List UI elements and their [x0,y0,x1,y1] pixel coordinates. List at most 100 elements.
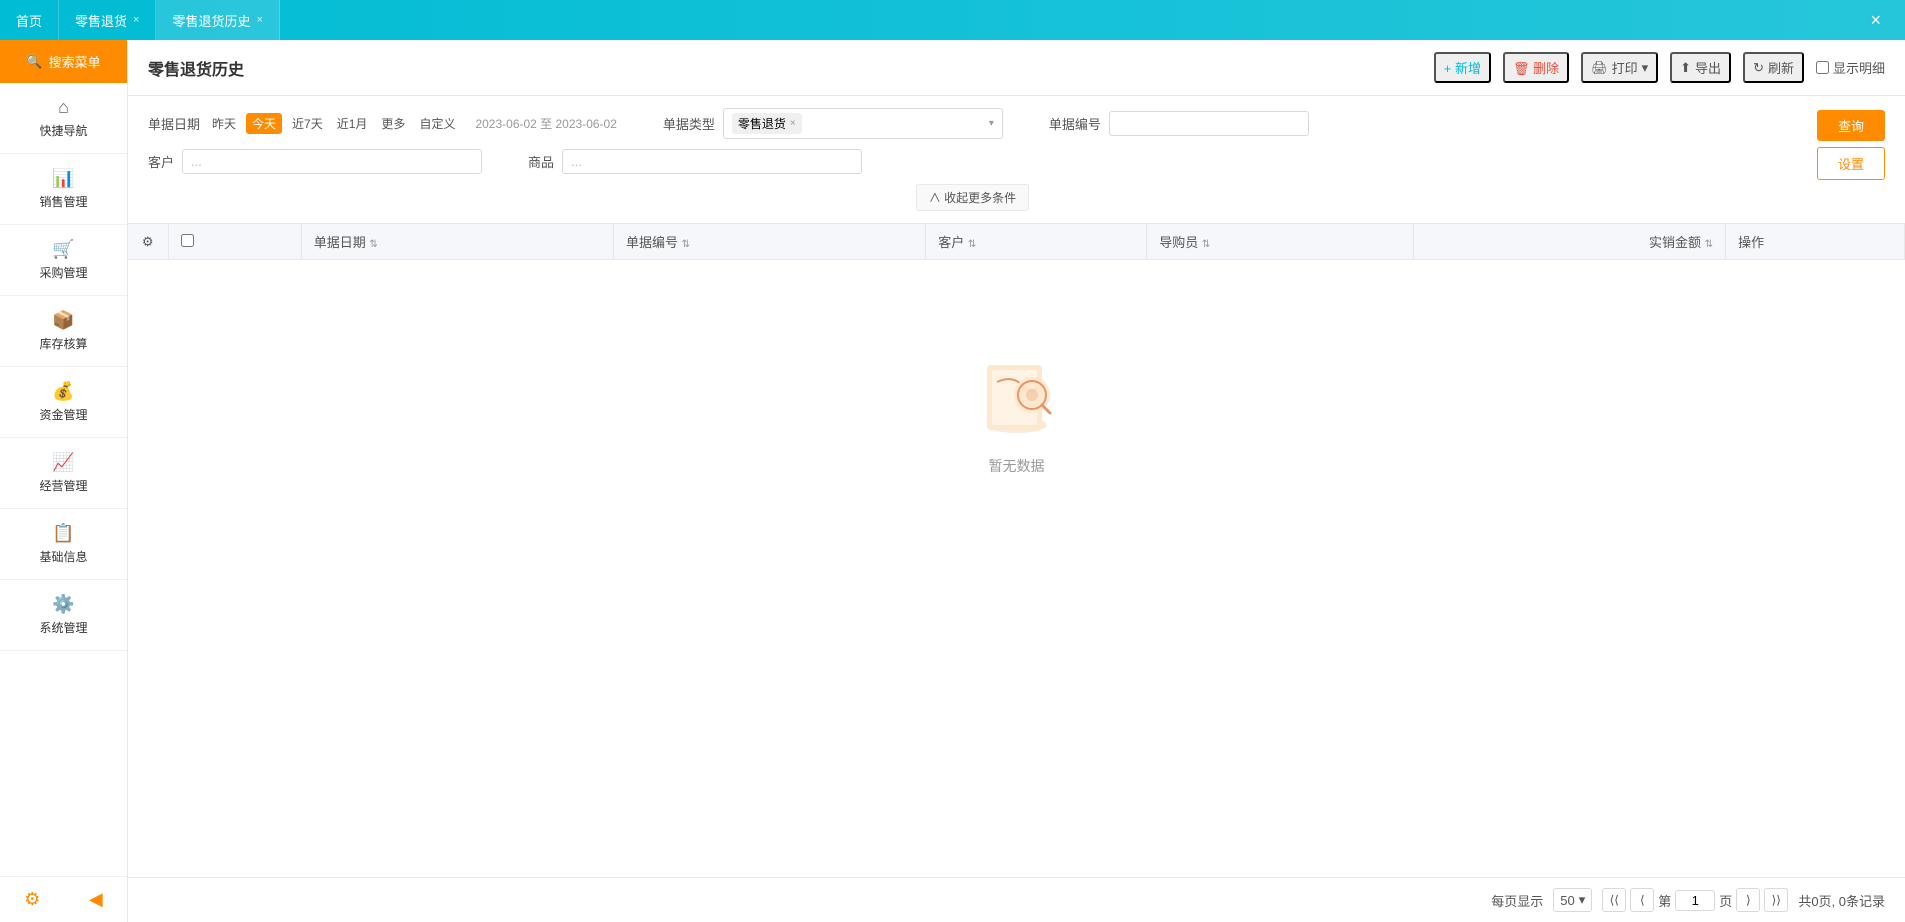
tab-retail-return-history[interactable]: 零售退货历史 × [156,0,279,40]
tab-retail-return-history-close[interactable]: × [256,14,262,26]
sidebar-item-quick-nav[interactable]: ⌂ 快捷导航 [0,83,127,154]
first-page-button[interactable]: ⟨⟨ [1602,888,1626,912]
date-options: 昨天 今天 近7天 近1月 更多 自定义 [208,113,459,134]
set-button[interactable]: 设置 [1817,147,1885,180]
filter-actions: 查询 设置 [1817,108,1885,180]
sidebar-item-basic-info-label: 基础信息 [39,548,87,565]
show-detail-checkbox[interactable]: 显示明细 [1816,58,1885,77]
tab-retail-return-close[interactable]: × [133,14,139,26]
print-icon: 🖨 [1591,60,1608,76]
header-actions: + 新增 🗑 删除 🖨 打印 ▾ ⬆ 导出 ↻ 刷新 显示明细 [1434,52,1885,83]
select-all-checkbox[interactable] [181,234,194,247]
table-checkbox-header[interactable] [168,224,301,260]
date-opt-more[interactable]: 更多 [377,113,409,134]
window-close-button[interactable]: × [1862,10,1889,31]
show-detail-input[interactable] [1816,61,1829,74]
col-amount-sort-icon[interactable]: ⇅ [1705,239,1713,250]
sidebar-item-inventory[interactable]: 📦 库存核算 [0,296,127,367]
sidebar-item-finance[interactable]: 💰 资金管理 [0,367,127,438]
collapse-sidebar-icon[interactable]: ◀ [89,889,103,910]
col-customer-sort-icon[interactable]: ⇅ [968,239,976,250]
refresh-button[interactable]: ↻ 刷新 [1743,52,1804,83]
sales-icon: 📊 [52,168,74,189]
col-action-label: 操作 [1738,235,1764,250]
table-settings-header[interactable]: ⚙ [128,224,168,260]
export-button[interactable]: ⬆ 导出 [1670,52,1731,83]
page-label: 第 [1658,891,1671,910]
page-input[interactable]: 1 [1675,890,1715,911]
date-opt-today[interactable]: 今天 [246,113,282,134]
sidebar: 🔍 搜索菜单 ⌂ 快捷导航 📊 销售管理 🛒 采购管理 📦 库存核算 💰 资金管… [0,40,128,922]
sidebar-item-inventory-label: 库存核算 [39,335,87,352]
doc-no-input[interactable] [1109,111,1309,136]
print-button[interactable]: 🖨 打印 ▾ [1581,52,1658,83]
export-icon: ⬆ [1680,60,1691,76]
query-button[interactable]: 查询 [1817,110,1885,141]
next-page-button[interactable]: ⟩ [1736,888,1760,912]
tab-home[interactable]: 首页 [0,0,59,40]
sidebar-search[interactable]: 🔍 搜索菜单 [0,40,127,83]
sidebar-item-system-label: 系统管理 [39,619,87,636]
col-doc-no-sort-icon[interactable]: ⇅ [682,239,690,250]
date-opt-1month[interactable]: 近1月 [333,113,372,134]
doc-type-tag-close[interactable]: × [790,118,796,129]
page-size-value: 50 [1560,893,1574,908]
col-customer-label: 客户 [938,235,964,250]
date-opt-custom[interactable]: 自定义 [415,113,459,134]
page-nav: ⟨⟨ ⟨ 第 1 页 ⟩ ⟩⟩ [1602,888,1788,912]
doc-type-tag: 零售退货 × [732,113,802,134]
sidebar-item-operations[interactable]: 📈 经营管理 [0,438,127,509]
filter-doc-no: 单据编号 [1049,111,1309,136]
page-unit: 页 [1719,891,1732,910]
page-size-select[interactable]: 50 ▾ [1553,888,1592,912]
filter-main: 单据日期 昨天 今天 近7天 近1月 更多 自定义 2023-06-02 至 2… [148,108,1797,211]
empty-state: 暂无数据 [128,260,1905,556]
purchase-icon: 🛒 [52,239,74,260]
col-amount-label: 实销金额 [1649,235,1701,250]
total-label: 共0页, 0条记录 [1798,891,1885,910]
settings-bottom-icon[interactable]: ⚙ [24,889,40,910]
refresh-label: 刷新 [1768,58,1794,77]
operations-icon: 📈 [52,452,74,473]
date-opt-7days[interactable]: 近7天 [288,113,327,134]
filter-customer: 客户 [148,149,482,174]
tab-retail-return-history-label: 零售退货历史 [172,11,250,30]
sidebar-item-purchase-label: 采购管理 [39,264,87,281]
date-opt-yesterday[interactable]: 昨天 [208,113,240,134]
search-icon: 🔍 [26,54,42,70]
col-date-sort-icon[interactable]: ⇅ [369,239,377,250]
filter-doc-type: 单据类型 零售退货 × ▾ [663,108,1003,139]
goods-label: 商品 [528,152,554,171]
col-guide-sort-icon[interactable]: ⇅ [1202,239,1210,250]
top-bar: 首页 零售退货 × 零售退货历史 × × [0,0,1905,40]
customer-input[interactable] [182,149,482,174]
sidebar-item-operations-label: 经营管理 [39,477,87,494]
new-button[interactable]: + 新增 [1434,52,1491,83]
sidebar-item-system[interactable]: ⚙️ 系统管理 [0,580,127,651]
sidebar-item-basic-info[interactable]: 📋 基础信息 [0,509,127,580]
sidebar-bottom: ⚙ ◀ [0,876,127,922]
basic-info-icon: 📋 [52,523,74,544]
main-layout: 🔍 搜索菜单 ⌂ 快捷导航 📊 销售管理 🛒 采购管理 📦 库存核算 💰 资金管… [0,40,1905,922]
sidebar-item-purchase[interactable]: 🛒 采购管理 [0,225,127,296]
finance-icon: 💰 [52,381,74,402]
last-page-button[interactable]: ⟩⟩ [1764,888,1788,912]
tab-retail-return[interactable]: 零售退货 × [59,0,156,40]
print-arrow-icon: ▾ [1642,60,1649,76]
collapse-row: ∧ 收起更多条件 [148,184,1797,211]
table-col-amount: 实销金额 ⇅ [1413,224,1725,260]
goods-input[interactable] [562,149,862,174]
prev-page-button[interactable]: ⟨ [1630,888,1654,912]
empty-icon [967,340,1067,440]
tab-retail-return-label: 零售退货 [75,11,127,30]
sidebar-item-sales[interactable]: 📊 销售管理 [0,154,127,225]
delete-button[interactable]: 🗑 删除 [1503,52,1569,83]
doc-type-select[interactable]: 零售退货 × ▾ [723,108,1003,139]
top-bar-right: × [1862,10,1905,31]
collapse-button[interactable]: ∧ 收起更多条件 [916,184,1029,211]
table-col-guide: 导购员 ⇅ [1147,224,1414,260]
page-size-arrow-icon: ▾ [1579,892,1586,908]
content-area: 零售退货历史 + 新增 🗑 删除 🖨 打印 ▾ ⬆ 导出 ↻ 刷新 [128,40,1905,922]
table-col-date: 单据日期 ⇅ [301,224,613,260]
date-range-display: 2023-06-02 至 2023-06-02 [475,115,616,132]
